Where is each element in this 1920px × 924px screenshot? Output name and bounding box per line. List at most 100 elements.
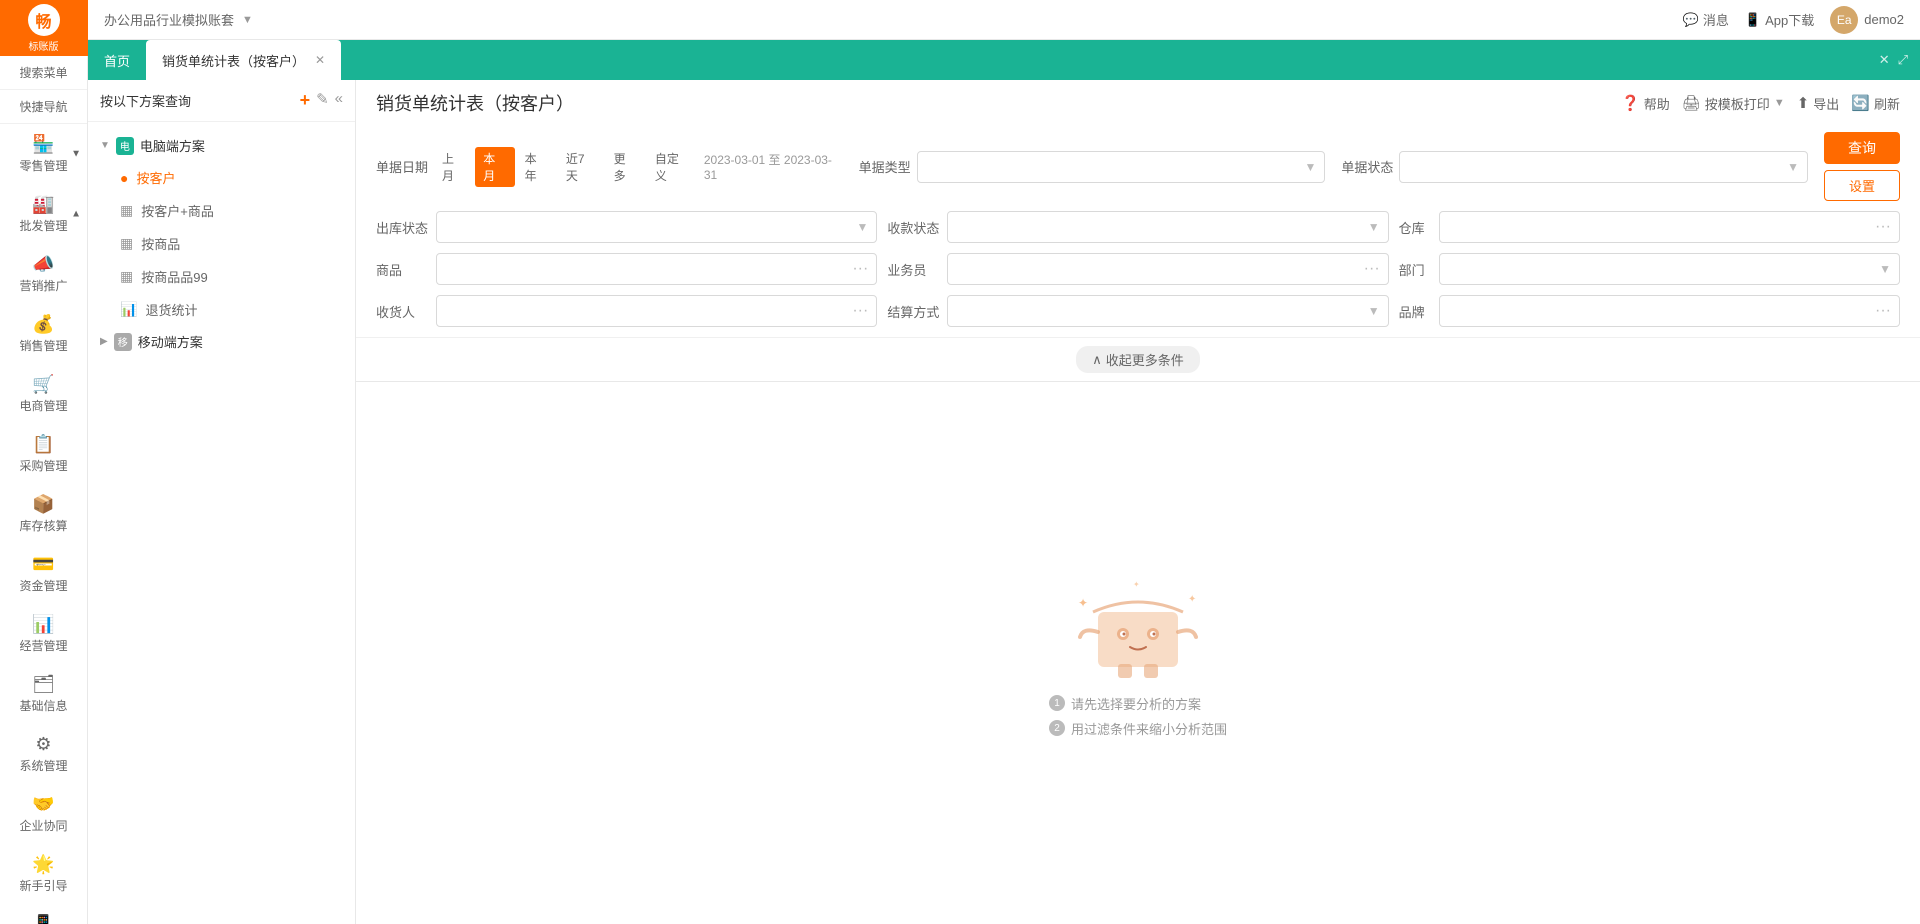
- sidebar-item-retail[interactable]: 🏪 零售管理 ▼: [0, 124, 87, 184]
- date-tab-last7days[interactable]: 近7天: [558, 147, 604, 187]
- setting-button[interactable]: 设置: [1824, 170, 1900, 201]
- left-panel: 按以下方案查询 + ✎ « ▼ 电 电脑端方案: [88, 80, 356, 924]
- return-stat-icon: 📊: [120, 301, 137, 318]
- pc-group-icon: 电: [116, 137, 134, 155]
- collapse-up-icon: ∧: [1092, 352, 1102, 368]
- out-status-input[interactable]: ▼: [436, 211, 877, 243]
- sidebar-item-operations[interactable]: 📊 经营管理: [0, 604, 87, 664]
- warehouse-filter: 仓库 ···: [1399, 211, 1900, 243]
- dropdown-arrow-icon[interactable]: ▼: [242, 14, 253, 26]
- hint-text-2: 用过滤条件来缩小分析范围: [1071, 719, 1227, 738]
- recv-status-input[interactable]: ▼: [947, 211, 1388, 243]
- sidebar-item-system[interactable]: ⚙ 系统管理: [0, 724, 87, 784]
- collapse-label: 收起更多条件: [1106, 350, 1184, 369]
- warehouse-input[interactable]: ···: [1439, 211, 1900, 243]
- collapse-panel-icon[interactable]: «: [335, 90, 343, 111]
- tab-close-all-icon[interactable]: ✕: [1879, 52, 1890, 68]
- by-customer-label: 按客户: [136, 168, 175, 187]
- sidebar-item-appcenter[interactable]: 📱 应用中心: [0, 904, 87, 924]
- system-icon: ⚙: [35, 734, 51, 755]
- settlement-dropdown-icon: ▼: [1368, 304, 1380, 318]
- help-icon: ❓: [1621, 94, 1640, 112]
- tab-home[interactable]: 首页: [88, 40, 146, 80]
- filter-row-1: 单据日期 上月 本月 本年 近7天 更多 自定义 2023-03-01 至 20…: [356, 132, 1920, 211]
- scheme-item-by-customer-product[interactable]: ▦ 按客户+商品: [88, 194, 355, 227]
- sidebar-item-enterprise[interactable]: 🤝 企业协同: [0, 784, 87, 844]
- hint-item-1: 1 请先选择要分析的方案: [1049, 694, 1227, 713]
- receiver-input[interactable]: ···: [436, 295, 877, 327]
- sidebar-label-purchase: 采购管理: [19, 457, 67, 474]
- help-button[interactable]: ❓ 帮助: [1621, 94, 1670, 113]
- date-field-label: 单据日期: [376, 157, 428, 176]
- salesperson-input[interactable]: ···: [947, 253, 1388, 285]
- tab-expand-icon[interactable]: ⤢: [1898, 52, 1908, 68]
- inventory-icon: 📦: [32, 494, 54, 515]
- by-product99-label: 按商品品99: [141, 267, 207, 286]
- department-input[interactable]: ▼: [1439, 253, 1900, 285]
- sidebar-label-finance: 资金管理: [19, 577, 67, 594]
- sidebar-item-inventory[interactable]: 📦 库存核算: [0, 484, 87, 544]
- quick-nav-item[interactable]: 快捷导航: [0, 90, 87, 124]
- product-filter: 商品 ···: [376, 253, 877, 285]
- retail-expand-icon: ▼: [71, 149, 81, 160]
- sidebar-label-sales: 销售管理: [19, 337, 67, 354]
- doc-status-input[interactable]: ▼: [1399, 151, 1808, 183]
- sidebar-item-purchase[interactable]: 📋 采购管理: [0, 424, 87, 484]
- user-area[interactable]: Ea demo2: [1830, 6, 1904, 34]
- sidebar-item-sales[interactable]: 💰 销售管理: [0, 304, 87, 364]
- newcomer-icon: 🌟: [32, 854, 54, 875]
- date-tab-more[interactable]: 更多: [606, 147, 645, 187]
- scheme-item-by-customer[interactable]: ● 按客户: [88, 161, 355, 194]
- date-tab-custom[interactable]: 自定义: [647, 147, 698, 187]
- sidebar-item-ecommerce[interactable]: 🛒 电商管理: [0, 364, 87, 424]
- message-label: 消息: [1703, 10, 1729, 29]
- operations-icon: 📊: [32, 614, 54, 635]
- sidebar-item-marketing[interactable]: 📣 营销推广: [0, 244, 87, 304]
- search-menu-item[interactable]: 搜索菜单: [0, 56, 87, 90]
- avatar[interactable]: Ea: [1830, 6, 1858, 34]
- retail-icon: 🏪: [32, 134, 54, 155]
- scheme-item-return-stat[interactable]: 📊 退货统计: [88, 293, 355, 326]
- page-actions: ❓ 帮助 🖨 按模板打印 ▼ ⬆ 导出 🔄: [1621, 94, 1900, 113]
- scheme-group-mobile-header[interactable]: ▶ 移 移动端方案: [88, 326, 355, 357]
- settlement-input[interactable]: ▼: [947, 295, 1388, 327]
- sidebar-item-basic[interactable]: 🗂 基础信息: [0, 664, 87, 724]
- sidebar-label-ecommerce: 电商管理: [19, 397, 67, 414]
- doc-type-input[interactable]: ▼: [917, 151, 1326, 183]
- refresh-button[interactable]: 🔄 刷新: [1851, 94, 1900, 113]
- print-dropdown-icon[interactable]: ▼: [1774, 97, 1785, 109]
- tab-sales-stat[interactable]: 销货单统计表（按客户） ✕: [146, 40, 341, 80]
- hint-num-1: 1: [1049, 695, 1065, 711]
- app-download-button[interactable]: 📱 App下载: [1745, 10, 1814, 29]
- date-tab-lastmonth[interactable]: 上月: [434, 147, 473, 187]
- sidebar-item-newcomer[interactable]: 🌟 新手引导: [0, 844, 87, 904]
- sidebar-item-wholesale[interactable]: 🏭 批发管理 ▲: [0, 184, 87, 244]
- sidebar-item-finance[interactable]: 💳 资金管理: [0, 544, 87, 604]
- scheme-group-pc-header[interactable]: ▼ 电 电脑端方案: [88, 130, 355, 161]
- add-scheme-icon[interactable]: +: [300, 90, 311, 111]
- brand-input[interactable]: ···: [1439, 295, 1900, 327]
- edit-scheme-icon[interactable]: ✎: [316, 90, 329, 111]
- scheme-item-by-product[interactable]: ▦ 按商品: [88, 227, 355, 260]
- message-button[interactable]: 💬 消息: [1683, 10, 1729, 29]
- date-tab-thisyear[interactable]: 本年: [517, 147, 556, 187]
- collapse-bar: ∧ 收起更多条件: [356, 337, 1920, 381]
- product-input[interactable]: ···: [436, 253, 877, 285]
- marketing-icon: 📣: [32, 254, 54, 275]
- left-panel-actions: + ✎ «: [300, 90, 343, 111]
- quick-nav-label: 快捷导航: [19, 100, 67, 114]
- date-tab-thismonth[interactable]: 本月: [475, 147, 514, 187]
- logo[interactable]: 畅 标账版: [0, 0, 88, 56]
- mobile-group-icon: 移: [114, 333, 132, 351]
- out-status-filter: 出库状态 ▼: [376, 211, 877, 243]
- scheme-item-by-product99[interactable]: ▦ 按商品品99: [88, 260, 355, 293]
- logo-icon: 畅: [28, 4, 60, 36]
- collapse-button[interactable]: ∧ 收起更多条件: [1076, 346, 1200, 373]
- export-button[interactable]: ⬆ 导出: [1797, 94, 1840, 113]
- company-dropdown[interactable]: 办公用品行业模拟账套: [104, 10, 234, 29]
- salesperson-dots-icon: ···: [1364, 260, 1380, 278]
- template-print-button[interactable]: 🖨 按模板打印 ▼: [1682, 94, 1785, 113]
- query-button[interactable]: 查询: [1824, 132, 1900, 164]
- tab-close-icon[interactable]: ✕: [315, 53, 325, 67]
- sales-icon: 💰: [32, 314, 54, 335]
